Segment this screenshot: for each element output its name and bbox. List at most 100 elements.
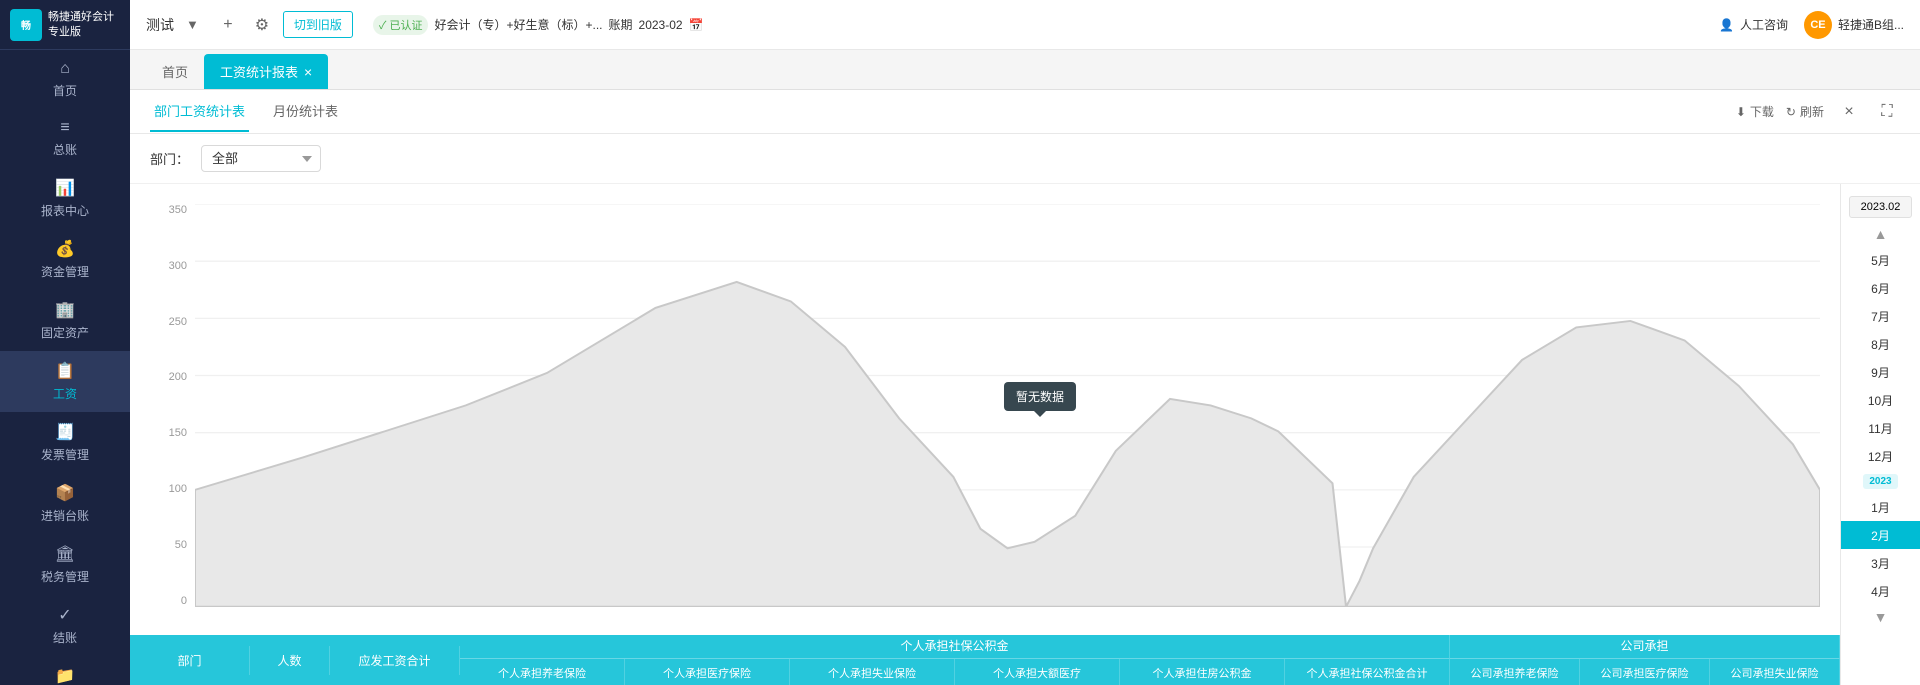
sub-tab-dept-label: 部门工资统计表: [154, 104, 245, 119]
panel-expand-button[interactable]: ⛶: [1874, 99, 1900, 125]
sub-tab-monthly[interactable]: 月份统计表: [269, 91, 342, 132]
tab-home[interactable]: 首页: [146, 54, 204, 89]
tab-home-label: 首页: [162, 62, 188, 81]
logo-icon: 畅: [10, 9, 42, 41]
th-dept: 部门: [130, 646, 250, 675]
sidebar-item-ledger[interactable]: ≡ 总账: [0, 109, 130, 168]
download-icon: ⬇: [1736, 105, 1746, 119]
topbar: 测试 ▼ + ⚙ 切到旧版 ✓ 已认证 好会计（专）+好生意（标）+... 账期…: [130, 0, 1920, 50]
y-label-250: 250: [150, 316, 187, 328]
sidebar-item-home[interactable]: ⌂ 首页: [0, 50, 130, 109]
status-text: 好会计（专）+好生意（标）+...: [434, 16, 602, 33]
sidebar-item-invoice[interactable]: 🧾 发票管理: [0, 412, 130, 473]
month-item-7[interactable]: 7月: [1841, 302, 1920, 330]
app-logo: 畅 畅捷通好会计 专业版: [0, 0, 130, 50]
tab-active-label: 工资统计报表: [220, 62, 298, 81]
th-count: 人数: [250, 646, 330, 675]
y-label-100: 100: [150, 483, 187, 495]
topbar-actions: + ⚙ 切到旧版: [215, 11, 353, 38]
sidebar-item-label: 报表中心: [41, 202, 89, 219]
table-header: 部门 人数 应发工资合计 个人承担社保公积金: [130, 635, 1840, 685]
month-item-11[interactable]: 11月: [1841, 414, 1920, 442]
sidebar-item-archive[interactable]: 📁 归档管理: [0, 656, 130, 685]
department-select[interactable]: 全部 销售部 财务部 技术部 行政部: [201, 145, 321, 172]
topbar-dropdown[interactable]: ▼: [186, 17, 199, 32]
th-group-cols: 个人承担养老保险 个人承担医疗保险 个人承担失业保险 个人承担大额医疗: [460, 659, 1450, 685]
month-item-6[interactable]: 6月: [1841, 274, 1920, 302]
month-item-10[interactable]: 10月: [1841, 386, 1920, 414]
panel-close-button[interactable]: ×: [1836, 99, 1862, 125]
th-group-label: 个人承担社保公积金: [460, 633, 1450, 659]
date-nav-down[interactable]: ▼: [1841, 605, 1920, 629]
sub-tab-dept[interactable]: 部门工资统计表: [150, 91, 249, 132]
th-personal-total: 个人承担社保公积金合计: [1285, 659, 1450, 685]
month-item-jan[interactable]: 1月: [1841, 493, 1920, 521]
tabs-bar: 首页 工资统计报表 ×: [130, 50, 1920, 90]
th-company-group-label: 公司承担: [1450, 633, 1840, 659]
refresh-button[interactable]: ↻ 刷新: [1786, 103, 1824, 120]
date-nav-up[interactable]: ▲: [1841, 222, 1920, 246]
logo-text-line1: 畅捷通好会计: [48, 10, 114, 24]
sidebar-item-assets[interactable]: 🏢 固定资产: [0, 290, 130, 351]
sidebar-item-tax[interactable]: 🏛 税务管理: [0, 534, 130, 595]
chart-inner: 350 300 250 200 150 100 50 0: [150, 204, 1820, 627]
chart-container: 350 300 250 200 150 100 50 0: [150, 204, 1820, 615]
salary-icon: 📋: [55, 361, 75, 381]
topbar-status: ✓ 已认证 好会计（专）+好生意（标）+... 账期 2023-02 📅: [373, 15, 704, 35]
user-service[interactable]: 👤 人工咨询: [1719, 16, 1788, 33]
sidebar-item-checkout[interactable]: ✓ 结账: [0, 595, 130, 656]
sidebar-item-label: 结账: [53, 629, 77, 646]
tax-icon: 🏛: [55, 544, 75, 564]
sidebar-item-sales[interactable]: 📦 进销台账: [0, 473, 130, 534]
sales-icon: 📦: [55, 483, 75, 503]
add-button[interactable]: +: [215, 12, 241, 38]
year-input[interactable]: [1849, 196, 1912, 218]
sidebar-item-label: 资金管理: [41, 263, 89, 280]
area-path: [195, 282, 1820, 607]
month-item-5[interactable]: 5月: [1841, 246, 1920, 274]
area-chart: [195, 204, 1820, 607]
month-item-9[interactable]: 9月: [1841, 358, 1920, 386]
th-personal-housing: 个人承担住房公积金: [1120, 659, 1285, 685]
month-item-8[interactable]: 8月: [1841, 330, 1920, 358]
month-item-apr[interactable]: 4月: [1841, 577, 1920, 605]
sidebar-item-label: 进销台账: [41, 507, 89, 524]
y-axis: 350 300 250 200 150 100 50 0: [150, 204, 195, 627]
dropdown-arrow-icon: ▼: [186, 17, 199, 32]
settings-button[interactable]: ⚙: [249, 12, 275, 38]
sidebar-item-reports[interactable]: 📊 报表中心: [0, 168, 130, 229]
y-label-200: 200: [150, 371, 187, 383]
th-total-salary: 应发工资合计: [330, 646, 460, 675]
calendar-icon[interactable]: 📅: [689, 18, 704, 32]
period-value: 2023-02: [639, 18, 683, 32]
user-account[interactable]: CE 轻捷通B组...: [1804, 11, 1904, 39]
tab-close-icon[interactable]: ×: [304, 65, 312, 79]
switch-version-button[interactable]: 切到旧版: [283, 11, 353, 38]
funds-icon: 💰: [55, 239, 75, 259]
filter-label: 部门：: [150, 149, 189, 168]
th-company-unemployment: 公司承担失业保险: [1710, 659, 1840, 685]
sidebar-item-funds[interactable]: 💰 资金管理: [0, 229, 130, 290]
sidebar-item-label: 首页: [53, 82, 77, 99]
month-item-mar[interactable]: 3月: [1841, 549, 1920, 577]
certified-badge: ✓ 已认证: [373, 15, 429, 35]
sub-tab-monthly-label: 月份统计表: [273, 104, 338, 119]
download-button[interactable]: ⬇ 下载: [1736, 103, 1774, 120]
date-picker-sidebar: ▲ 5月 6月 7月 8月 9月 10月: [1840, 184, 1920, 685]
sidebar-item-label: 固定资产: [41, 324, 89, 341]
month-item-feb-active[interactable]: 2月: [1841, 521, 1920, 549]
tab-salary-report[interactable]: 工资统计报表 ×: [204, 54, 328, 89]
invoice-icon: 🧾: [55, 422, 75, 442]
year-badge-container: 2023: [1841, 470, 1920, 493]
sidebar-item-salary[interactable]: 📋 工资: [0, 351, 130, 412]
sub-tab-actions: ⬇ 下载 ↻ 刷新 × ⛶: [1736, 99, 1900, 125]
ledger-icon: ≡: [60, 119, 69, 137]
th-company-pension: 公司承担养老保险: [1450, 659, 1580, 685]
th-personal-serious-illness: 个人承担大额医疗: [955, 659, 1120, 685]
sidebar-item-label: 税务管理: [41, 568, 89, 585]
main-content: 测试 ▼ + ⚙ 切到旧版 ✓ 已认证 好会计（专）+好生意（标）+... 账期…: [130, 0, 1920, 685]
chart-svg-container: 暂无数据: [195, 204, 1820, 627]
month-item-12[interactable]: 12月: [1841, 442, 1920, 470]
th-company-group-container: 公司承担 公司承担养老保险 公司承担医疗保险 公司承担失业保险: [1450, 633, 1840, 685]
th-personal-medical: 个人承担医疗保险: [625, 659, 790, 685]
